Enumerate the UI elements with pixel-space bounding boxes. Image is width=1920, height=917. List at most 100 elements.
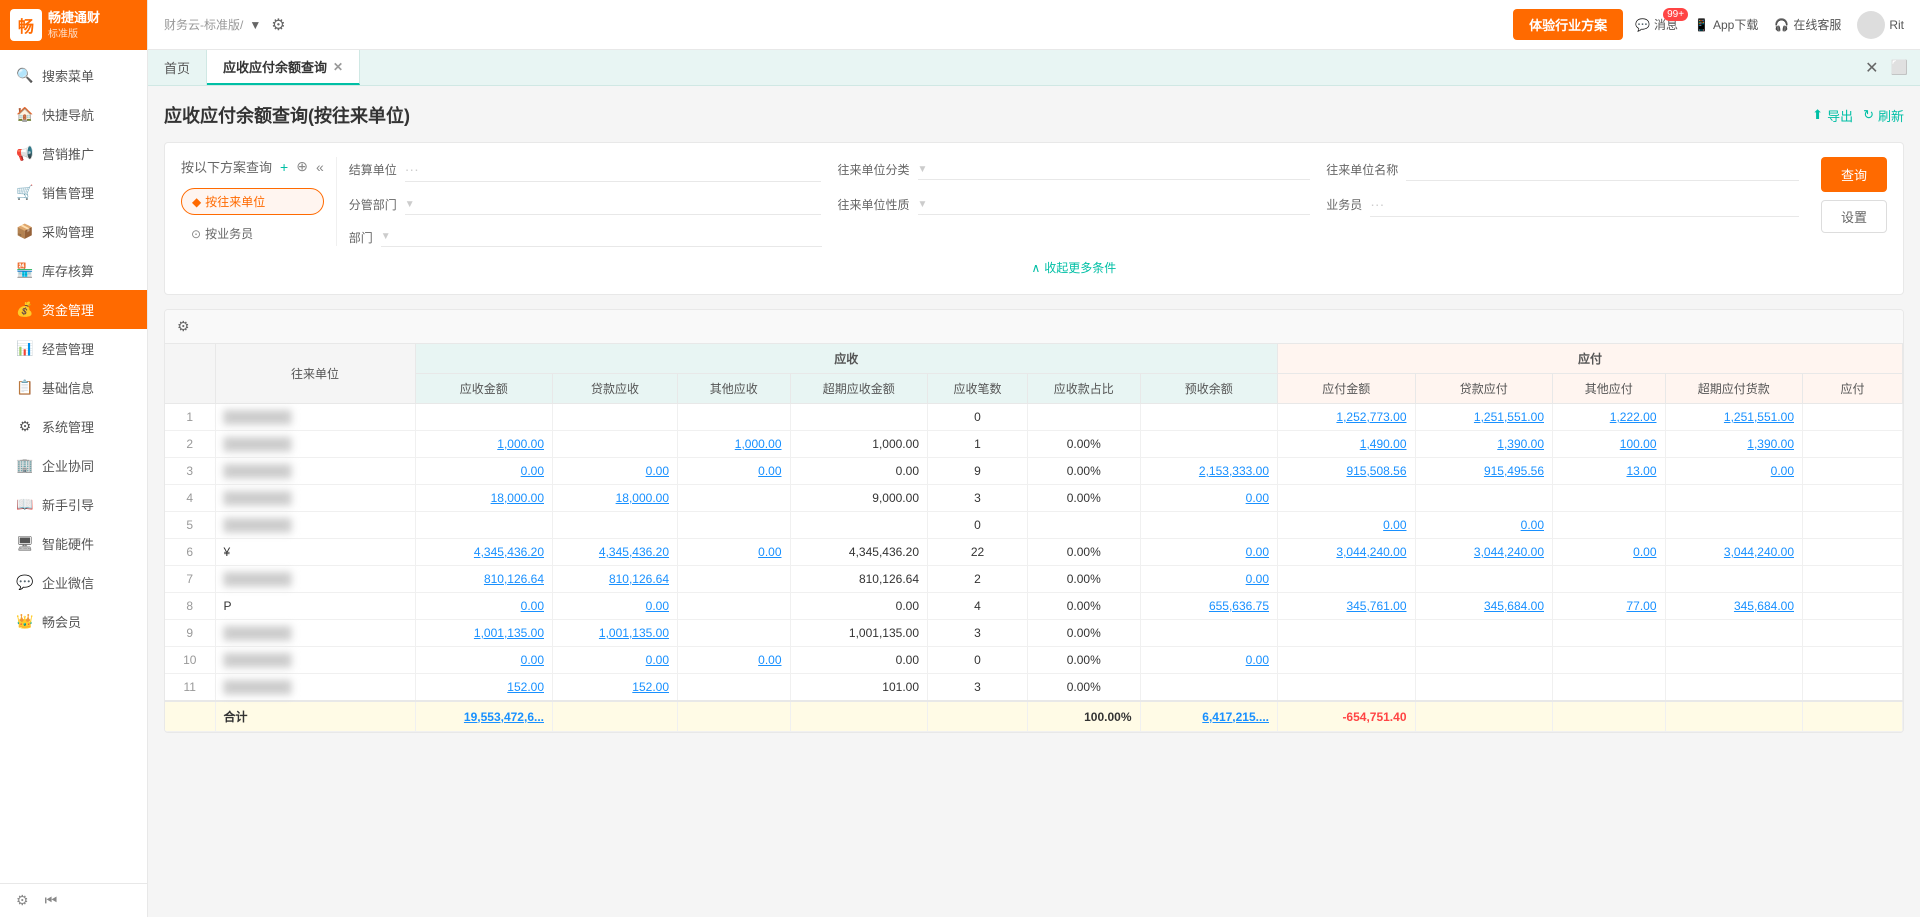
user-menu-button[interactable]: Rit <box>1857 11 1904 39</box>
row-ysye[interactable]: 0.00 <box>1140 539 1278 566</box>
search-add-button[interactable]: + <box>280 159 288 175</box>
row-cqyfhk[interactable]: 0.00 <box>1665 458 1803 485</box>
row-qtyf[interactable]: 0.00 <box>1553 539 1666 566</box>
footer-ysye[interactable]: 6,417,215.... <box>1140 701 1278 732</box>
row-ysje[interactable]: 0.00 <box>415 647 553 674</box>
row-ysje[interactable]: 0.00 <box>415 458 553 485</box>
row-ysje[interactable]: 810,126.64 <box>415 566 553 593</box>
row-cqyfhk[interactable]: 3,044,240.00 <box>1665 539 1803 566</box>
search-collapse-icon[interactable]: « <box>316 159 324 175</box>
row-dkyf[interactable]: 1,251,551.00 <box>1415 404 1553 431</box>
row-ysye[interactable]: 0.00 <box>1140 647 1278 674</box>
row-yf <box>1803 458 1903 485</box>
row-ysje[interactable]: 1,001,135.00 <box>415 620 553 647</box>
row-dkys[interactable]: 18,000.00 <box>553 485 678 512</box>
row-qtyf[interactable]: 13.00 <box>1553 458 1666 485</box>
sidebar-item-sales[interactable]: 🛒 销售管理 <box>0 173 147 212</box>
field-lwdw-nature-select[interactable]: ▼ <box>918 195 1311 215</box>
table-settings-icon[interactable]: ⚙ <box>177 318 190 335</box>
row-ysye[interactable]: 0.00 <box>1140 566 1278 593</box>
sidebar-item-operations[interactable]: 📊 经营管理 <box>0 329 147 368</box>
tab-receivable-payable[interactable]: 应收应付余额查询 ✕ <box>207 50 360 85</box>
row-dkys[interactable]: 1,001,135.00 <box>553 620 678 647</box>
row-cqyfhk[interactable]: 1,390.00 <box>1665 431 1803 458</box>
row-dkys[interactable]: 4,345,436.20 <box>553 539 678 566</box>
sidebar-item-search[interactable]: 🔍 搜索菜单 <box>0 56 147 95</box>
field-dept-select[interactable]: ▼ <box>381 227 822 247</box>
field-fenguan-dept-select[interactable]: ▼ <box>405 195 822 215</box>
row-dkys[interactable]: 0.00 <box>553 458 678 485</box>
row-yfje[interactable]: 345,761.00 <box>1278 593 1416 620</box>
row-cqyfhk[interactable]: 345,684.00 <box>1665 593 1803 620</box>
row-qtys[interactable]: 1,000.00 <box>678 431 791 458</box>
scheme-by-staff[interactable]: ⊙ 按业务员 <box>181 221 324 246</box>
row-qtyf[interactable]: 100.00 <box>1553 431 1666 458</box>
field-lwdw-name-input[interactable] <box>1406 158 1799 181</box>
collapse-more-button[interactable]: ∧ 收起更多条件 <box>349 255 1799 280</box>
query-button[interactable]: 查询 <box>1821 157 1887 192</box>
footer-ysje[interactable]: 19,553,472,6... <box>415 701 553 732</box>
row-ysje[interactable]: 4,345,436.20 <box>415 539 553 566</box>
row-ysje[interactable]: 18,000.00 <box>415 485 553 512</box>
row-yfje[interactable]: 1,490.00 <box>1278 431 1416 458</box>
row-dkys[interactable]: 810,126.64 <box>553 566 678 593</box>
scheme-by-unit[interactable]: ◆ 按往来单位 <box>181 188 324 215</box>
row-yfje[interactable]: 3,044,240.00 <box>1278 539 1416 566</box>
header-gear-icon[interactable]: ⚙ <box>271 15 285 35</box>
row-yfje[interactable]: 915,508.56 <box>1278 458 1416 485</box>
row-qtys[interactable]: 0.00 <box>678 647 791 674</box>
row-ysje[interactable]: 152.00 <box>415 674 553 702</box>
sidebar-settings-icon[interactable]: ⚙ <box>16 892 29 909</box>
row-dkyf[interactable]: 0.00 <box>1415 512 1553 539</box>
sidebar-item-wechat[interactable]: 💬 企业微信 <box>0 563 147 602</box>
field-jsdanwei-input[interactable]: ··· <box>405 157 822 182</box>
header-dropdown[interactable]: ▼ <box>249 18 261 32</box>
tab-home[interactable]: 首页 <box>148 50 207 85</box>
row-dkyf <box>1415 620 1553 647</box>
row-cqyfhk[interactable]: 1,251,551.00 <box>1665 404 1803 431</box>
row-dkyf[interactable]: 3,044,240.00 <box>1415 539 1553 566</box>
field-lwdw-fenlei-select[interactable]: ▼ <box>918 160 1311 180</box>
sidebar-item-corp[interactable]: 🏢 企业协同 <box>0 446 147 485</box>
cta-button[interactable]: 体验行业方案 <box>1513 9 1623 40</box>
row-dkys[interactable]: 0.00 <box>553 647 678 674</box>
row-qtyf[interactable]: 77.00 <box>1553 593 1666 620</box>
row-dkys[interactable]: 152.00 <box>553 674 678 702</box>
sidebar-item-inventory[interactable]: 🏪 库存核算 <box>0 251 147 290</box>
row-dkyf[interactable]: 1,390.00 <box>1415 431 1553 458</box>
sidebar-item-marketing[interactable]: 📢 营销推广 <box>0 134 147 173</box>
row-ysye[interactable]: 0.00 <box>1140 485 1278 512</box>
sidebar-item-system[interactable]: ⚙ 系统管理 <box>0 407 147 446</box>
row-yfje[interactable]: 0.00 <box>1278 512 1416 539</box>
export-button[interactable]: ⬆ 导出 <box>1812 106 1853 125</box>
search-settings-icon[interactable]: ⊕ <box>296 158 308 175</box>
field-yewuyuan-input[interactable]: ··· <box>1370 192 1799 217</box>
row-yfje[interactable]: 1,252,773.00 <box>1278 404 1416 431</box>
row-qtys[interactable]: 0.00 <box>678 458 791 485</box>
refresh-button[interactable]: ↻ 刷新 <box>1863 106 1904 125</box>
row-qtyf[interactable]: 1,222.00 <box>1553 404 1666 431</box>
row-dkyf[interactable]: 345,684.00 <box>1415 593 1553 620</box>
row-ysje[interactable]: 1,000.00 <box>415 431 553 458</box>
sidebar-item-basic[interactable]: 📋 基础信息 <box>0 368 147 407</box>
sidebar-item-hardware[interactable]: 🖥 智能硬件 <box>0 524 147 563</box>
window-expand-icon[interactable]: ⬜ <box>1891 59 1908 76</box>
row-ysye[interactable]: 2,153,333.00 <box>1140 458 1278 485</box>
notification-button[interactable]: 💬 消息 99+ <box>1635 16 1678 33</box>
app-download-button[interactable]: 📱 App下载 <box>1694 16 1758 33</box>
online-service-button[interactable]: 🎧 在线客服 <box>1774 16 1841 33</box>
set-button[interactable]: 设置 <box>1821 200 1887 233</box>
row-qtys[interactable]: 0.00 <box>678 539 791 566</box>
row-dkyf[interactable]: 915,495.56 <box>1415 458 1553 485</box>
sidebar-item-purchase[interactable]: 📦 采购管理 <box>0 212 147 251</box>
sidebar-collapse-icon[interactable]: ⏮ <box>45 892 58 909</box>
sidebar-item-member[interactable]: 👑 畅会员 <box>0 602 147 641</box>
row-ysje[interactable]: 0.00 <box>415 593 553 620</box>
sidebar-item-quicknav[interactable]: 🏠 快捷导航 <box>0 95 147 134</box>
tab-close-icon[interactable]: ✕ <box>333 60 343 74</box>
window-close-icon[interactable]: ✕ <box>1865 58 1878 78</box>
sidebar-item-finance[interactable]: 💰 资金管理 <box>0 290 147 329</box>
sidebar-item-guide[interactable]: 📖 新手引导 <box>0 485 147 524</box>
row-ysye[interactable]: 655,636.75 <box>1140 593 1278 620</box>
row-dkys[interactable]: 0.00 <box>553 593 678 620</box>
